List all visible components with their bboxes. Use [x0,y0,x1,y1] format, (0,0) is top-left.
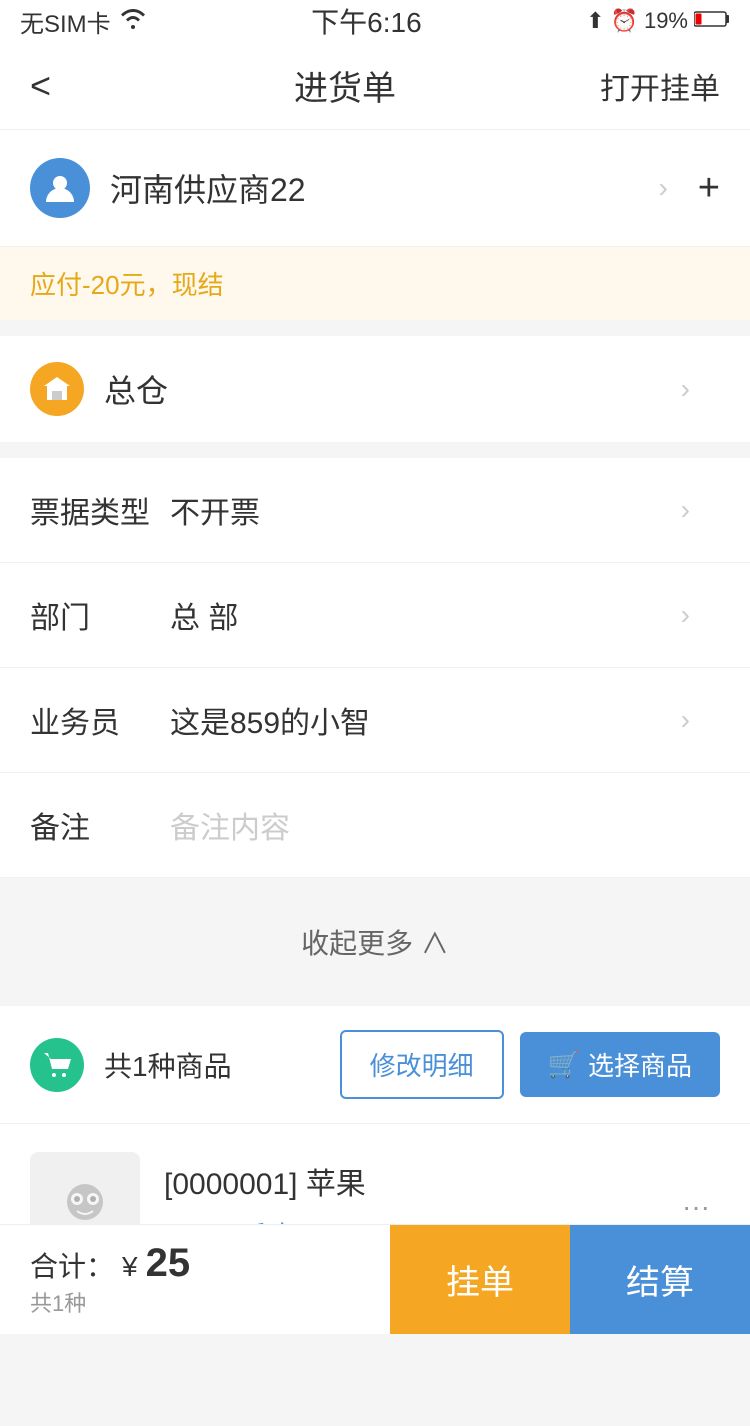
product-title-name: 苹果 [306,1168,366,1201]
warehouse-chevron-icon: › [681,373,690,405]
status-left: 无SIM卡 [20,4,147,39]
status-time: 下午6:16 [311,1,422,41]
invoice-chevron-icon: › [681,494,690,526]
select-product-label: 选择商品 [588,1046,692,1083]
page-title: 进货单 [294,61,396,110]
salesperson-value: 这是859的小智 [160,698,681,742]
department-chevron-icon: › [681,599,690,631]
department-row[interactable]: 部门 总 部 › [0,563,750,668]
salesperson-label: 业务员 [30,698,160,742]
battery-text: 19% [644,8,688,34]
hang-order-button[interactable]: 挂单 [390,1225,570,1334]
product-name: [0000001] 苹果 [164,1159,648,1203]
collapse-more-button[interactable]: 收起更多 ∧ [0,894,750,990]
battery-icon [694,8,730,34]
total-amount: 25 [146,1241,191,1286]
remark-label: 备注 [30,803,160,847]
department-label: 部门 [30,593,160,637]
total-section: 合计： ¥ 25 共1种 [0,1225,390,1334]
salesperson-chevron-icon: › [681,704,690,736]
status-bar: 无SIM卡 下午6:16 ⬆ ⏰ 19% [0,0,750,42]
add-supplier-button[interactable]: + [698,167,720,210]
product-header: 共1种商品 修改明细 🛒 选择商品 [0,1006,750,1124]
remark-row[interactable]: 备注 备注内容 [0,773,750,878]
supplier-section: 河南供应商22 › + 应付-20元，现结 [0,130,750,320]
select-product-icon: 🛒 [548,1049,580,1080]
supplier-chevron-icon: › [658,172,667,204]
carrier-text: 无SIM卡 [20,4,111,39]
wifi-icon [119,7,147,36]
invoice-type-value: 不开票 [160,488,681,532]
warehouse-name: 总仓 [104,366,681,412]
supplier-row[interactable]: 河南供应商22 › + [0,130,750,247]
back-button[interactable]: < [30,65,90,107]
supplier-name: 河南供应商22 [110,165,658,211]
settle-button[interactable]: 结算 [570,1225,750,1334]
bottom-bar: 合计： ¥ 25 共1种 挂单 结算 [0,1224,750,1334]
invoice-type-label: 票据类型 [30,488,160,532]
alarm-icon: ⏰ [611,8,638,34]
form-section: 票据类型 不开票 › 部门 总 部 › 业务员 这是859的小智 › 备注 备注… [0,458,750,878]
product-code: [0000001] [164,1168,297,1201]
warehouse-section: 总仓 › [0,336,750,442]
balance-notice: 应付-20元，现结 [0,247,750,320]
status-right: ⬆ ⏰ 19% [586,8,730,34]
location-icon: ⬆ [586,8,604,34]
salesperson-row[interactable]: 业务员 这是859的小智 › [0,668,750,773]
warehouse-row[interactable]: 总仓 › [0,336,750,442]
total-symbol: ¥ [122,1251,138,1283]
nav-bar: < 进货单 打开挂单 [0,42,750,130]
open-hang-button[interactable]: 打开挂单 [600,64,720,108]
product-count-label: 共1种商品 [104,1045,340,1085]
select-product-button[interactable]: 🛒 选择商品 [520,1032,720,1097]
department-value: 总 部 [160,593,681,637]
total-sub-label: 共1种 [30,1286,360,1318]
total-text: 合计： [30,1245,114,1285]
product-section-icon [30,1038,84,1092]
warehouse-icon [30,362,84,416]
collapse-more-label: 收起更多 ∧ [301,922,449,962]
total-label: 合计： ¥ 25 [30,1241,360,1286]
remark-input[interactable]: 备注内容 [160,803,720,847]
invoice-type-row[interactable]: 票据类型 不开票 › [0,458,750,563]
supplier-avatar [30,158,90,218]
edit-detail-button[interactable]: 修改明细 [340,1030,504,1099]
